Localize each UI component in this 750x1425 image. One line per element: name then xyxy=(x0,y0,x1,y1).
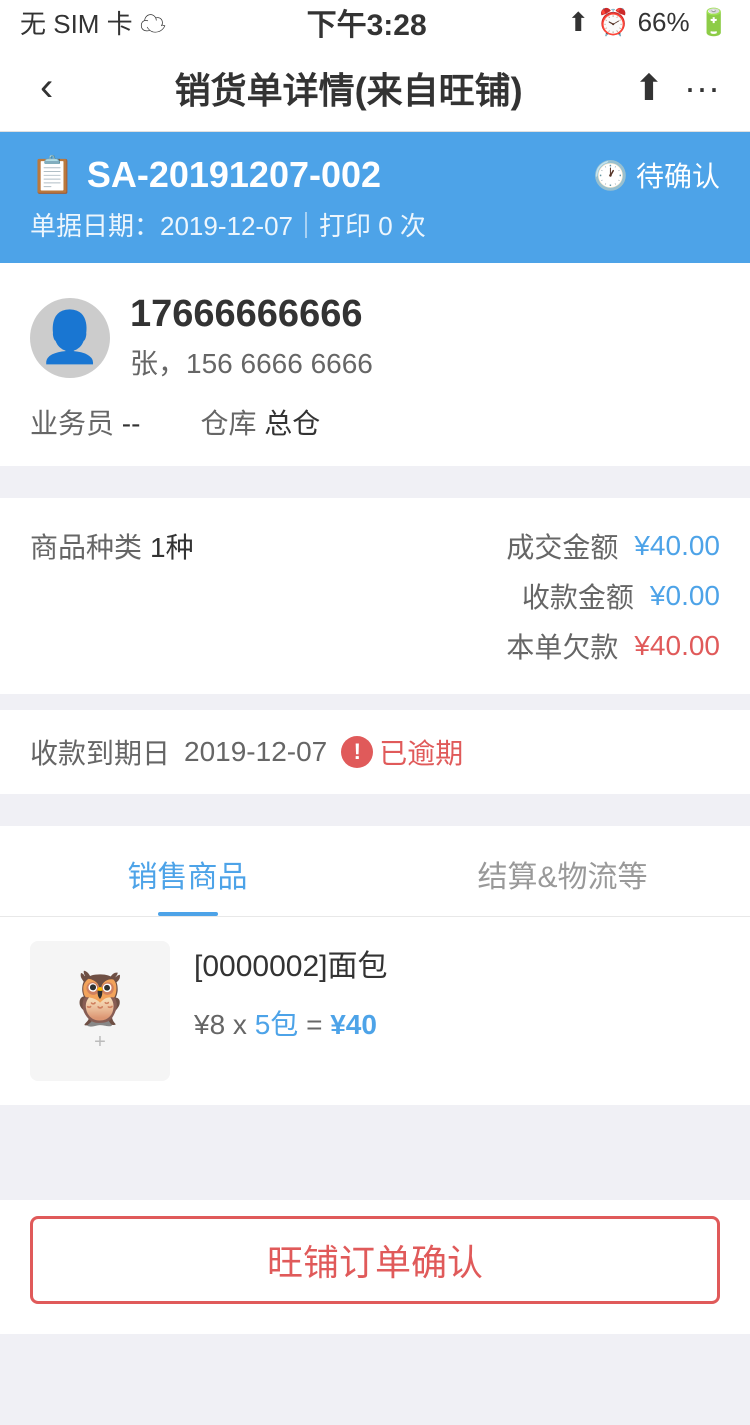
owed-amount-label: 本单欠款 xyxy=(506,626,618,666)
product-info: [0000002]面包 ¥8 x 5包 = ¥40 xyxy=(194,941,720,1043)
summary-card: 商品种类 1种 成交金额 ¥40.00 收款金额 ¥0.00 本单欠款 ¥40.… xyxy=(0,498,750,694)
customer-phone: 17666666666 xyxy=(130,293,373,336)
customer-name-phone: 张，156 6666 6666 xyxy=(130,342,373,382)
status-right: ⬆ ⏰ 66% 🔋 xyxy=(567,7,730,38)
price-total: ¥40 xyxy=(330,1009,377,1040)
salesperson-value: -- xyxy=(122,408,141,439)
clock-icon: 🕐 xyxy=(593,159,628,192)
confirm-order-button[interactable]: 旺铺订单确认 xyxy=(30,1216,720,1304)
tab-sales-products[interactable]: 销售商品 xyxy=(0,826,375,916)
navigation-icon: ⬆ xyxy=(567,7,589,38)
warehouse-field: 仓库 总仓 xyxy=(200,402,320,442)
tab-settlement-logistics[interactable]: 结算&物流等 xyxy=(375,826,750,916)
product-image-plus: + xyxy=(94,1031,106,1054)
order-date: 单据日期：2019-12-07｜打印 0 次 xyxy=(30,206,720,243)
order-status-badge: 🕐 待确认 xyxy=(593,155,720,195)
product-thumbnail: 🦉 + xyxy=(30,941,170,1081)
due-date-label: 收款到期日 xyxy=(30,732,170,772)
nav-bar: ‹ 销货单详情(来自旺铺) ⬆ ··· xyxy=(0,44,750,132)
received-amount-label: 收款金额 xyxy=(522,576,634,616)
more-button[interactable]: ··· xyxy=(684,67,720,109)
product-image-icon: 🦉 xyxy=(68,968,133,1029)
price-equals: = xyxy=(306,1009,330,1040)
alarm-icon: ⏰ xyxy=(597,7,629,38)
overdue-text: 已逾期 xyxy=(379,732,463,772)
transaction-amount-value: ¥40.00 xyxy=(634,530,720,562)
order-header-card: 📋 SA-20191207-002 🕐 待确认 单据日期：2019-12-07｜… xyxy=(0,132,750,263)
back-button[interactable]: ‹ xyxy=(30,55,63,120)
bottom-bar: 旺铺订单确认 xyxy=(0,1200,750,1334)
due-date-card: 收款到期日 2019-12-07 ! 已逾期 xyxy=(0,710,750,794)
received-amount-value: ¥0.00 xyxy=(650,580,720,612)
price-qty: 5包 xyxy=(255,1009,299,1040)
status-bar: 无 SIM 卡 ☁ 下午3:28 ⬆ ⏰ 66% 🔋 xyxy=(0,0,750,44)
product-types-value: 1种 xyxy=(150,526,194,566)
product-types-label: 商品种类 xyxy=(30,526,142,566)
divider-1 xyxy=(0,482,750,498)
amounts-section: 成交金额 ¥40.00 收款金额 ¥0.00 本单欠款 ¥40.00 xyxy=(506,526,720,666)
battery-icon: 🔋 xyxy=(698,7,730,38)
order-number: 📋 SA-20191207-002 xyxy=(30,154,381,196)
avatar: 👤 xyxy=(30,298,110,378)
warehouse-value: 总仓 xyxy=(264,408,320,439)
transaction-amount-label: 成交金额 xyxy=(506,526,618,566)
nav-actions: ⬆ ··· xyxy=(634,67,720,109)
warning-icon: ! xyxy=(341,736,373,768)
due-date-value: 2019-12-07 xyxy=(184,736,327,768)
share-button[interactable]: ⬆ xyxy=(634,67,664,109)
product-name: [0000002]面包 xyxy=(194,941,720,985)
order-doc-icon: 📋 xyxy=(30,154,75,196)
status-left: 无 SIM 卡 ☁ xyxy=(20,4,166,41)
product-price-row: ¥8 x 5包 = ¥40 xyxy=(194,1003,720,1043)
overdue-badge: ! 已逾期 xyxy=(341,732,463,772)
product-card: 🦉 + [0000002]面包 ¥8 x 5包 = ¥40 xyxy=(0,917,750,1105)
divider-2 xyxy=(0,794,750,810)
customer-card: 👤 17666666666 张，156 6666 6666 业务员 -- 仓库 … xyxy=(0,263,750,466)
status-time: 下午3:28 xyxy=(307,0,427,44)
battery-text: 66% xyxy=(638,7,690,38)
page-title: 销货单详情(来自旺铺) xyxy=(63,62,634,114)
avatar-icon: 👤 xyxy=(39,308,101,367)
salesperson-field: 业务员 -- xyxy=(30,402,140,442)
price-base: ¥8 x xyxy=(194,1009,247,1040)
no-sim-text: 无 SIM 卡 ☁ xyxy=(20,4,166,41)
owed-amount-value: ¥40.00 xyxy=(634,630,720,662)
tabs: 销售商品 结算&物流等 xyxy=(0,826,750,917)
